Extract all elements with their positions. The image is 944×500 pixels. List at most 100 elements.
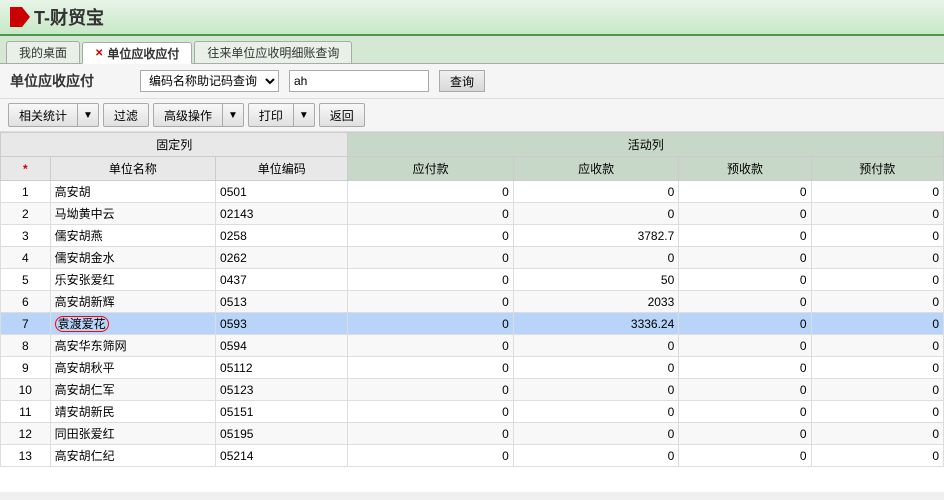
col-header-seq: *: [1, 157, 51, 181]
filter-button[interactable]: 过滤: [103, 103, 149, 127]
cell-yfk: 0: [811, 423, 943, 445]
cell-yfk: 0: [811, 335, 943, 357]
cell-yf: 0: [348, 225, 513, 247]
cell-yf: 0: [348, 401, 513, 423]
cell-yfk: 0: [811, 225, 943, 247]
cell-yf: 0: [348, 357, 513, 379]
table-row[interactable]: 7袁渡爱花059303336.2400: [1, 313, 944, 335]
active-group-header: 活动列: [348, 133, 944, 157]
cell-code: 0513: [216, 291, 348, 313]
col-header-yfk[interactable]: 预付款: [811, 157, 943, 181]
col-header-ys[interactable]: 应收款: [513, 157, 678, 181]
cell-seq: 11: [1, 401, 51, 423]
main-table: 固定列 活动列 * 单位名称 单位编码 应付款 应收款 预收款 预付款 1高安胡…: [0, 132, 944, 467]
cell-yf: 0: [348, 379, 513, 401]
table-row[interactable]: 12同田张爱红051950000: [1, 423, 944, 445]
cell-ysk: 0: [679, 313, 811, 335]
cell-yf: 0: [348, 313, 513, 335]
cell-ysk: 0: [679, 269, 811, 291]
table-row[interactable]: 5乐安张爱红043705000: [1, 269, 944, 291]
query-button[interactable]: 查询: [439, 70, 485, 92]
table-row[interactable]: 1高安胡05010000: [1, 181, 944, 203]
return-button[interactable]: 返回: [319, 103, 365, 127]
cell-ys: 50: [513, 269, 678, 291]
cell-code: 02143: [216, 203, 348, 225]
col-header-name[interactable]: 单位名称: [50, 157, 215, 181]
tab-desktop[interactable]: 我的桌面: [6, 41, 80, 63]
print-dropdown[interactable]: ▼: [294, 103, 315, 127]
table-row[interactable]: 6高安胡新辉05130203300: [1, 291, 944, 313]
cell-name: 儒安胡金水: [50, 247, 215, 269]
cell-name: 同田张爱红: [50, 423, 215, 445]
table-row[interactable]: 9高安胡秋平051120000: [1, 357, 944, 379]
table-row[interactable]: 11靖安胡新民051510000: [1, 401, 944, 423]
tab-close-icon[interactable]: ✕: [95, 48, 103, 59]
table-row[interactable]: 4儒安胡金水02620000: [1, 247, 944, 269]
advanced-button[interactable]: 高级操作: [153, 103, 223, 127]
col-header-code[interactable]: 单位编码: [216, 157, 348, 181]
cell-ys: 3782.7: [513, 225, 678, 247]
cell-code: 05214: [216, 445, 348, 467]
table-container: 固定列 活动列 * 单位名称 单位编码 应付款 应收款 预收款 预付款 1高安胡…: [0, 132, 944, 492]
col-header-yf[interactable]: 应付款: [348, 157, 513, 181]
cell-yf: 0: [348, 269, 513, 291]
cell-ysk: 0: [679, 401, 811, 423]
table-row[interactable]: 13高安胡仁纪052140000: [1, 445, 944, 467]
cell-yf: 0: [348, 445, 513, 467]
table-row[interactable]: 3儒安胡燕025803782.700: [1, 225, 944, 247]
table-row[interactable]: 2马坳黄中云021430000: [1, 203, 944, 225]
stats-btn-group: 相关统计 ▼: [8, 103, 99, 127]
page-title: 单位应收应付: [10, 71, 130, 91]
cell-name: 高安胡: [50, 181, 215, 203]
stats-dropdown[interactable]: ▼: [78, 103, 99, 127]
page-title-bar: 单位应收应付 编码名称助记码查询 查询: [0, 64, 944, 99]
col-header-ysk[interactable]: 预收款: [679, 157, 811, 181]
logo-icon: [10, 7, 30, 27]
tab-unit-ap[interactable]: ✕ 单位应收应付: [82, 42, 192, 64]
cell-yf: 0: [348, 247, 513, 269]
cell-ysk: 0: [679, 423, 811, 445]
cell-yf: 0: [348, 423, 513, 445]
stats-button[interactable]: 相关统计: [8, 103, 78, 127]
cell-yfk: 0: [811, 203, 943, 225]
cell-code: 0258: [216, 225, 348, 247]
tab-unit-detail[interactable]: 往来单位应收明细账查询: [194, 41, 352, 63]
cell-yf: 0: [348, 181, 513, 203]
fixed-group-header: 固定列: [1, 133, 348, 157]
cell-yfk: 0: [811, 313, 943, 335]
cell-code: 05195: [216, 423, 348, 445]
cell-ys: 0: [513, 445, 678, 467]
cell-name: 高安胡秋平: [50, 357, 215, 379]
cell-code: 0262: [216, 247, 348, 269]
cell-seq: 6: [1, 291, 51, 313]
cell-name: 高安华东筛网: [50, 335, 215, 357]
cell-ysk: 0: [679, 291, 811, 313]
cell-yfk: 0: [811, 269, 943, 291]
cell-yfk: 0: [811, 357, 943, 379]
cell-seq: 9: [1, 357, 51, 379]
cell-ys: 0: [513, 181, 678, 203]
cell-name: 儒安胡燕: [50, 225, 215, 247]
cell-ys: 0: [513, 423, 678, 445]
cell-yfk: 0: [811, 401, 943, 423]
cell-name: 马坳黄中云: [50, 203, 215, 225]
logo-text: T-财贸宝: [34, 4, 104, 30]
advanced-dropdown[interactable]: ▼: [223, 103, 244, 127]
print-button[interactable]: 打印: [248, 103, 294, 127]
cell-code: 0437: [216, 269, 348, 291]
print-btn-group: 打印 ▼: [248, 103, 315, 127]
cell-ysk: 0: [679, 181, 811, 203]
page-content: 单位应收应付 编码名称助记码查询 查询 相关统计 ▼ 过滤 高级操作 ▼ 打印 …: [0, 64, 944, 492]
search-select[interactable]: 编码名称助记码查询: [140, 70, 279, 92]
cell-ysk: 0: [679, 445, 811, 467]
cell-seq: 13: [1, 445, 51, 467]
cell-ysk: 0: [679, 379, 811, 401]
table-row[interactable]: 10高安胡仁军051230000: [1, 379, 944, 401]
toolbar: 相关统计 ▼ 过滤 高级操作 ▼ 打印 ▼ 返回: [0, 99, 944, 132]
cell-ys: 0: [513, 379, 678, 401]
table-row[interactable]: 8高安华东筛网05940000: [1, 335, 944, 357]
cell-seq: 10: [1, 379, 51, 401]
cell-yfk: 0: [811, 291, 943, 313]
cell-ysk: 0: [679, 357, 811, 379]
search-input[interactable]: [289, 70, 429, 92]
